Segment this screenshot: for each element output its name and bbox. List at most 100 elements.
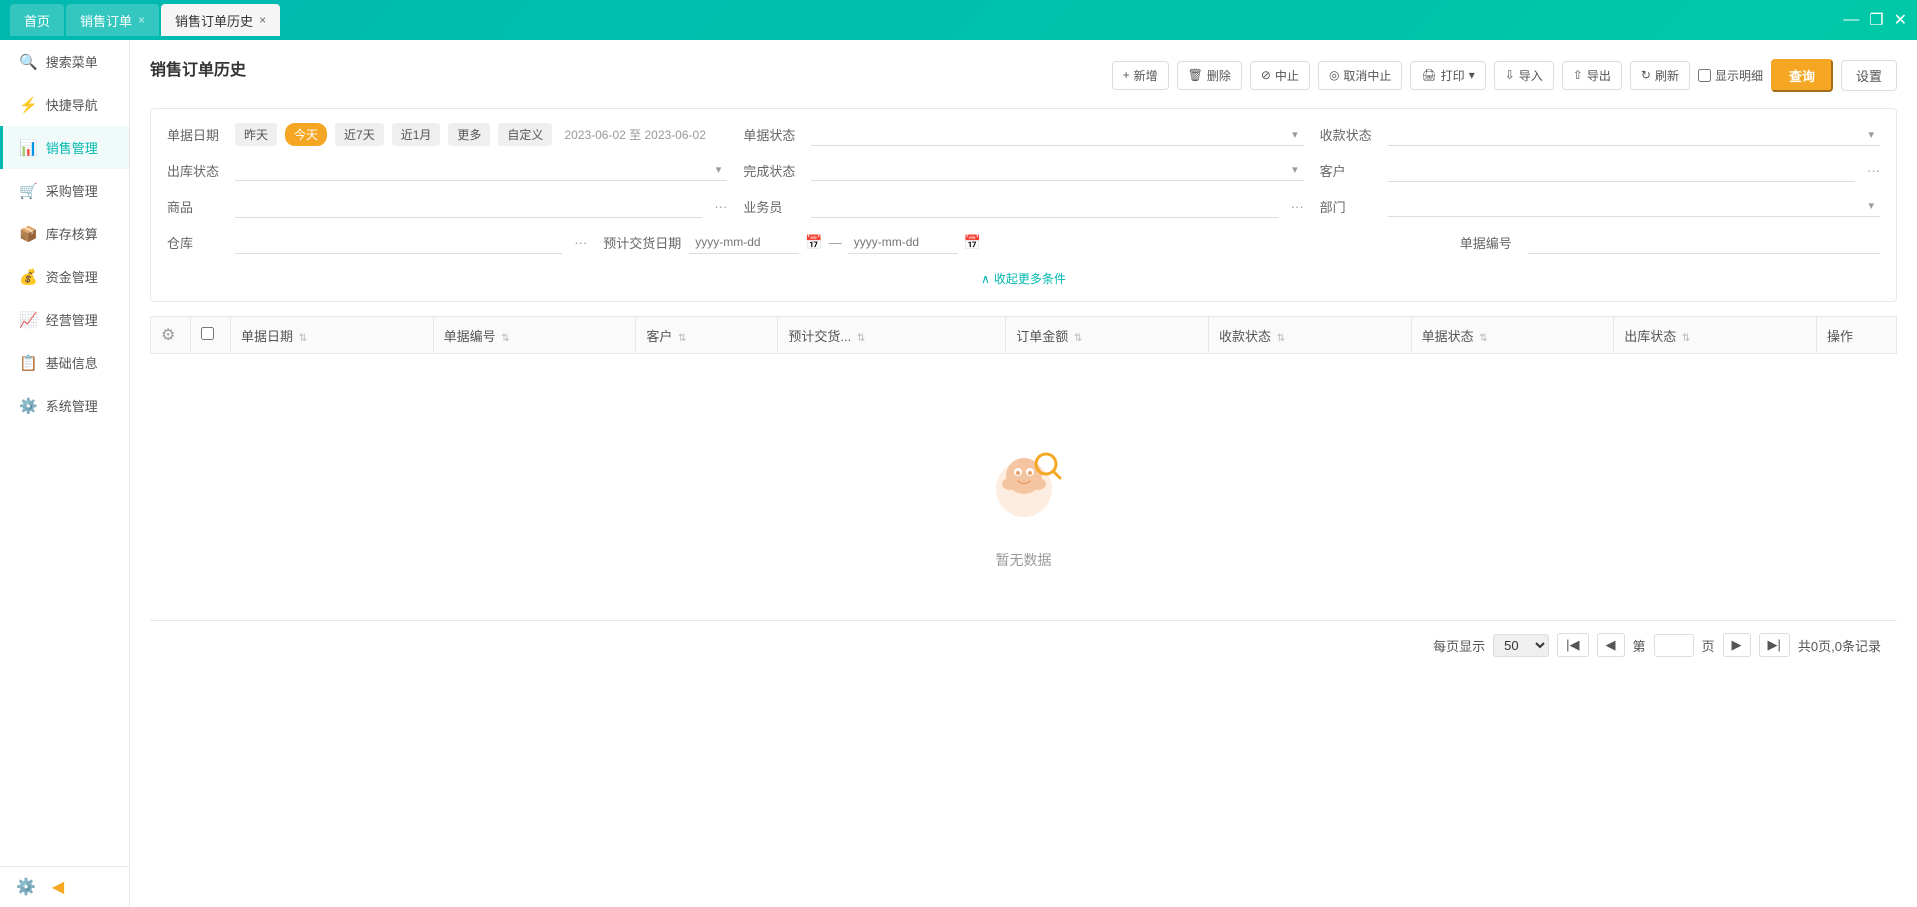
close-window-icon[interactable]: ✕ <box>1894 10 1907 30</box>
sidebar-item-purchase-mgmt[interactable]: 🛒 采购管理 <box>0 169 129 212</box>
page-title: 销售订单历史 <box>150 56 246 80</box>
collapse-up-icon: ∧ <box>981 272 990 286</box>
product-label: 商品 <box>167 197 227 216</box>
delivery-date-from-calendar[interactable]: 📅 <box>805 234 822 251</box>
delivery-date-to[interactable] <box>848 231 958 254</box>
restore-icon[interactable]: ❐ <box>1869 10 1883 30</box>
sidebar-item-sales-mgmt[interactable]: 📊 销售管理 <box>0 126 129 169</box>
sidebar-item-fund-mgmt-label: 资金管理 <box>46 267 98 286</box>
print-icon: 🖨 <box>1421 68 1436 82</box>
import-button[interactable]: ⇩ 导入 <box>1494 61 1554 90</box>
salesman-input[interactable] <box>811 194 1278 218</box>
sidebar-collapse-icon[interactable]: ◀ <box>52 877 64 897</box>
sidebar-item-ops-mgmt[interactable]: 📈 经营管理 <box>0 298 129 341</box>
cancel-stop-button[interactable]: ◎ 取消中止 <box>1318 61 1403 90</box>
tab-sales-order[interactable]: 销售订单 × <box>66 4 159 36</box>
delivery-date-label: 预计交货日期 <box>603 233 681 252</box>
dept-label: 部门 <box>1320 197 1380 216</box>
print-button[interactable]: 🖨 打印 ▾ <box>1410 61 1485 90</box>
sidebar-item-sales-mgmt-label: 销售管理 <box>46 138 98 157</box>
sidebar-settings-icon[interactable]: ⚙️ <box>16 877 36 897</box>
first-page-button[interactable]: |◀ <box>1557 633 1588 657</box>
delivery-date-field: 预计交货日期 📅 — 📅 <box>603 231 1444 254</box>
date-btn-yesterday[interactable]: 昨天 <box>235 123 277 146</box>
warehouse-field: 仓库 ··· <box>167 230 587 254</box>
col-customer[interactable]: 客户 ⇅ <box>636 317 778 354</box>
tab-home[interactable]: 首页 <box>10 4 64 36</box>
date-range-text: 2023-06-02 至 2023-06-02 <box>564 126 705 143</box>
display-toggle-checkbox[interactable] <box>1698 69 1711 82</box>
col-ship-status[interactable]: 出库状态 ⇅ <box>1614 317 1817 354</box>
date-filter: 单据日期 昨天 今天 近7天 近1月 更多 自定义 2023-06-02 至 2… <box>167 123 727 146</box>
sidebar-item-basic-info[interactable]: 📋 基础信息 <box>0 341 129 384</box>
settings-button[interactable]: 设置 <box>1841 60 1897 91</box>
delete-button[interactable]: 🗑 删除 <box>1177 61 1242 90</box>
export-icon: ⇧ <box>1573 68 1583 82</box>
ship-status-select[interactable]: ▾ <box>235 159 727 181</box>
import-icon: ⇩ <box>1505 68 1515 82</box>
sidebar-item-search-menu[interactable]: 🔍 搜索菜单 <box>0 40 129 83</box>
cancel-stop-label: 取消中止 <box>1343 67 1391 84</box>
col-date[interactable]: 单据日期 ⇅ <box>231 317 434 354</box>
date-btn-last7[interactable]: 近7天 <box>335 123 384 146</box>
stop-button[interactable]: ⊘ 中止 <box>1250 61 1310 90</box>
delivery-date-from[interactable] <box>689 231 799 254</box>
tab-sales-order-close[interactable]: × <box>138 13 145 27</box>
dept-select[interactable]: ▾ <box>1388 195 1880 217</box>
date-btn-custom[interactable]: 自定义 <box>498 123 552 146</box>
total-text: 共0页,0条记录 <box>1798 636 1881 655</box>
sidebar-item-inventory-check[interactable]: 📦 库存核算 <box>0 212 129 255</box>
col-ship-status-label: 出库状态 <box>1624 329 1676 344</box>
date-btn-last1month[interactable]: 近1月 <box>392 123 441 146</box>
empty-state: 暂无数据 <box>151 354 1897 610</box>
col-amount[interactable]: 订单金额 ⇅ <box>1006 317 1209 354</box>
col-order-status[interactable]: 单据状态 ⇅ <box>1411 317 1614 354</box>
warehouse-dots[interactable]: ··· <box>574 235 587 250</box>
ship-status-label: 出库状态 <box>167 161 227 180</box>
last-page-button[interactable]: ▶| <box>1759 633 1790 657</box>
col-customer-sort: ⇅ <box>678 333 686 344</box>
order-no-input[interactable] <box>1528 230 1880 254</box>
complete-status-select[interactable]: ▾ <box>811 159 1303 181</box>
refresh-button[interactable]: ↻ 刷新 <box>1630 61 1690 90</box>
display-toggle[interactable]: 显示明细 <box>1698 67 1763 84</box>
table-header-row: ⚙ 单据日期 ⇅ 单据编号 ⇅ <box>151 317 1897 354</box>
filter-collapse[interactable]: ∧ 收起更多条件 <box>167 266 1880 287</box>
minimize-icon[interactable]: — <box>1843 11 1859 29</box>
query-button[interactable]: 查询 <box>1771 59 1833 92</box>
warehouse-input[interactable] <box>235 230 562 254</box>
col-no[interactable]: 单据编号 ⇅ <box>433 317 636 354</box>
date-btn-more[interactable]: 更多 <box>448 123 490 146</box>
sidebar-item-fund-mgmt[interactable]: 💰 资金管理 <box>0 255 129 298</box>
cancel-stop-icon: ◎ <box>1329 68 1339 82</box>
tab-sales-order-history-close[interactable]: × <box>259 13 266 27</box>
page-size-select[interactable]: 10 20 50 100 <box>1493 634 1549 657</box>
sidebar-item-quick-nav[interactable]: ⚡ 快捷导航 <box>0 83 129 126</box>
page-input[interactable]: 1 <box>1654 634 1694 657</box>
date-btn-today[interactable]: 今天 <box>285 123 327 146</box>
sidebar-item-system-mgmt[interactable]: ⚙️ 系统管理 <box>0 384 129 427</box>
table-settings-button[interactable]: ⚙ <box>161 325 175 345</box>
delivery-date-to-calendar[interactable]: 📅 <box>964 234 981 251</box>
next-page-button[interactable]: ▶ <box>1723 633 1751 657</box>
complete-status-field: 完成状态 ▾ <box>743 159 1303 181</box>
add-button[interactable]: + 新增 <box>1112 61 1169 90</box>
tab-sales-order-history[interactable]: 销售订单历史 × <box>161 4 280 36</box>
sidebar-item-quick-nav-label: 快捷导航 <box>46 95 98 114</box>
order-status-select[interactable]: ▾ <box>811 124 1303 146</box>
salesman-dots[interactable]: ··· <box>1291 199 1304 214</box>
order-status-label: 单据状态 <box>743 125 803 144</box>
export-button[interactable]: ⇧ 导出 <box>1562 61 1622 90</box>
col-delivery-label: 预计交货... <box>788 329 851 344</box>
pagination: 每页显示 10 20 50 100 |◀ ◀ 第 1 页 ▶ ▶| 共0页,0条… <box>150 620 1897 669</box>
table-select-all[interactable] <box>201 327 214 340</box>
col-delivery[interactable]: 预计交货... ⇅ <box>778 317 1006 354</box>
product-input[interactable] <box>235 194 702 218</box>
prev-page-button[interactable]: ◀ <box>1597 633 1625 657</box>
customer-input[interactable] <box>1388 158 1855 182</box>
table-checkbox-col <box>191 317 231 354</box>
product-dots[interactable]: ··· <box>714 199 727 214</box>
col-payment-status[interactable]: 收款状态 ⇅ <box>1208 317 1411 354</box>
payment-status-select[interactable]: ▾ <box>1388 124 1880 146</box>
customer-dots[interactable]: ··· <box>1867 163 1880 178</box>
